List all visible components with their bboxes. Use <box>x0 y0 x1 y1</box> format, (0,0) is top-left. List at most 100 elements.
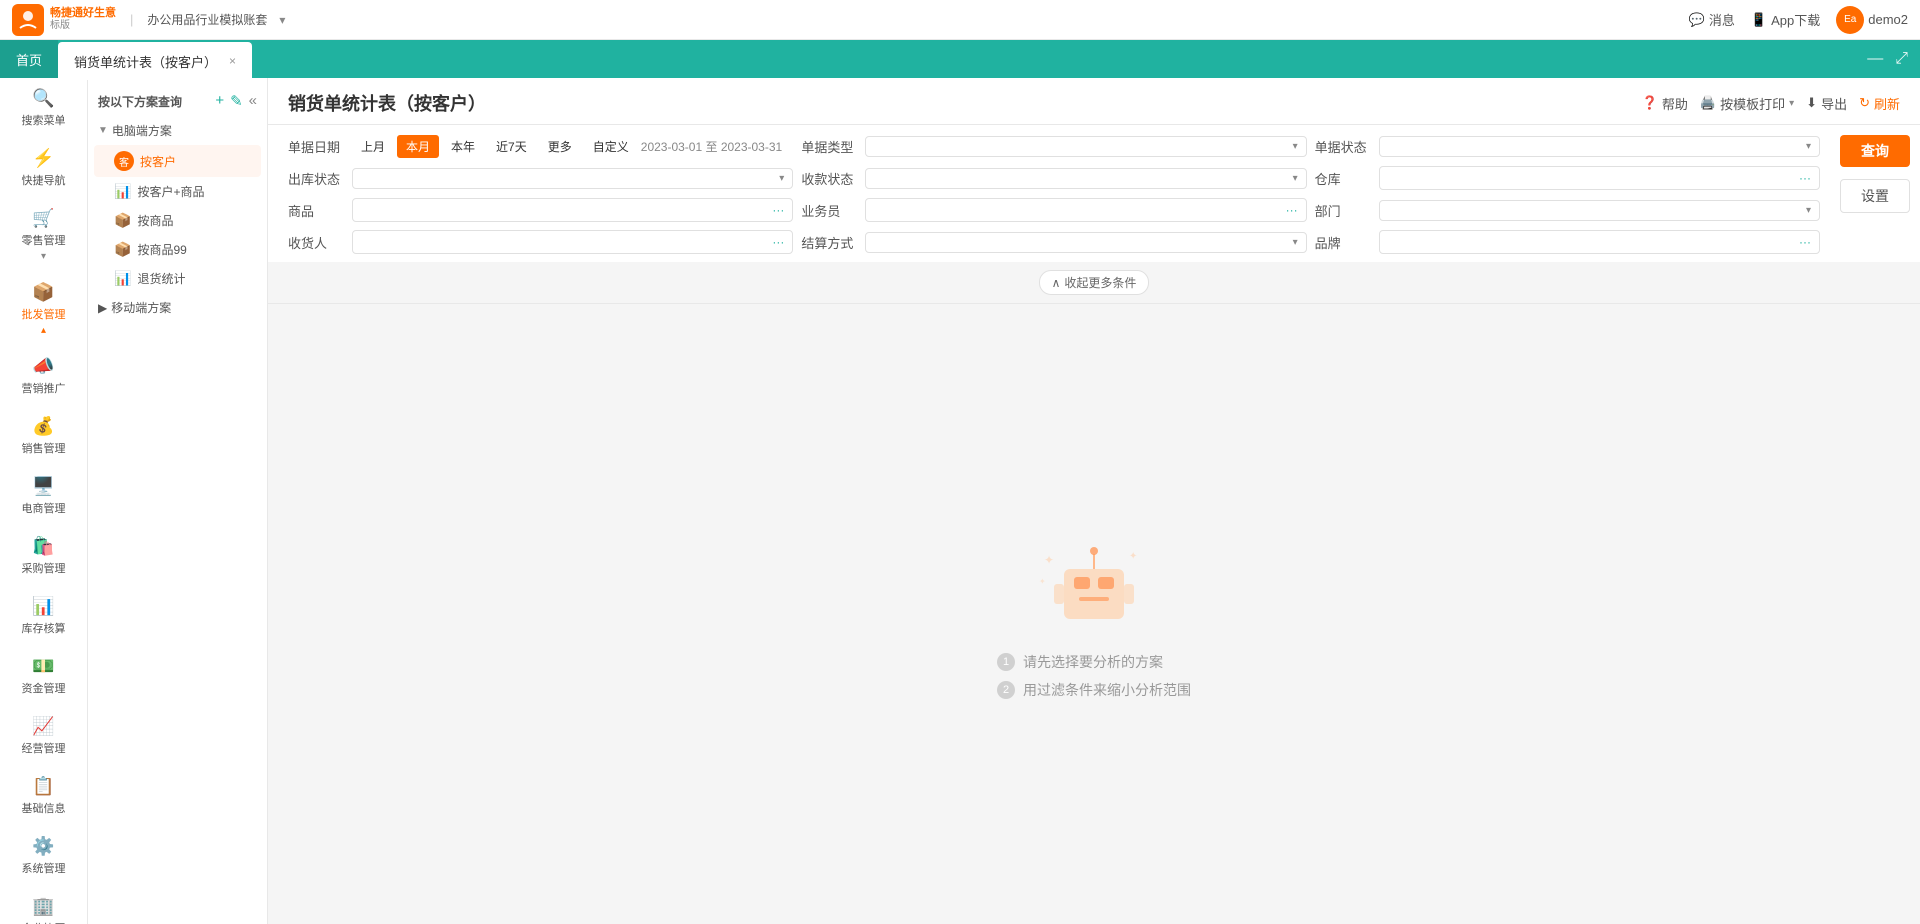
tab-home-label: 首页 <box>16 50 42 69</box>
sidebar-item-enterprise[interactable]: 🏢 企业协同 <box>0 886 87 924</box>
filter-section: 单据日期 上月 本月 本年 近7天 更多 自定义 2023-03-01 至 20… <box>268 125 1920 304</box>
message-nav-item[interactable]: 💬 消息 <box>1689 10 1735 29</box>
product-more[interactable]: ··· <box>772 203 784 217</box>
export-btn[interactable]: ⬇ 导出 <box>1806 94 1847 113</box>
salesperson-label: 业务员 <box>801 201 857 220</box>
customer-active-icon: 客 <box>114 151 134 171</box>
sidebar-item-quick-nav[interactable]: ⚡ 快捷导航 <box>0 138 87 198</box>
salesperson-input[interactable]: ··· <box>865 198 1306 222</box>
hint2-num: 2 <box>997 681 1015 699</box>
date-btn-more[interactable]: 更多 <box>539 135 581 158</box>
filter-product-cell: 商品 ··· <box>288 198 793 222</box>
doc-status-arrow: ▾ <box>1806 141 1811 152</box>
help-btn[interactable]: ❓ 帮助 <box>1642 94 1688 113</box>
sidebar-item-finance[interactable]: 💵 资金管理 <box>0 646 87 706</box>
settings-btn[interactable]: 设置 <box>1840 179 1910 213</box>
left-panel-add-btn[interactable]: + <box>215 92 224 110</box>
scheme-item-return-stat[interactable]: 📊 退货统计 <box>94 264 261 293</box>
tab-fullscreen-btn[interactable]: ⤢ <box>1891 46 1912 72</box>
mobile-group-title[interactable]: ▶ 移动端方案 <box>94 293 261 322</box>
sidebar-item-wholesale[interactable]: 📦 批发管理 ▴ <box>0 272 87 346</box>
refresh-label: 刷新 <box>1874 94 1900 113</box>
sidebar-item-ecom[interactable]: 🖥️ 电商管理 <box>0 466 87 526</box>
dept-select[interactable]: ▾ <box>1379 200 1820 221</box>
scheme-item-customer-product-label: 按客户+商品 <box>137 183 204 200</box>
scheme-product-icon: 📦 <box>114 212 131 229</box>
scheme-item-by-customer[interactable]: 客 按客户 <box>94 145 261 177</box>
tab-home[interactable]: 首页 <box>0 40 58 78</box>
brand-input[interactable]: ··· <box>1379 230 1820 254</box>
brand-more[interactable]: ··· <box>1799 235 1811 249</box>
date-picker-wrapper: 上月 本月 本年 近7天 更多 自定义 2023-03-01 至 2023-03… <box>352 135 782 158</box>
query-btn[interactable]: 查询 <box>1840 135 1910 167</box>
print-btn[interactable]: 🖨️ 按模板打印 ▾ <box>1700 94 1794 113</box>
settlement-select[interactable]: ▾ <box>865 232 1306 253</box>
collapse-btn[interactable]: ∧ 收起更多条件 <box>1039 270 1150 295</box>
date-btn-this-month[interactable]: 本月 <box>397 135 439 158</box>
sidebar-item-operation[interactable]: 📈 经营管理 <box>0 706 87 766</box>
scheme-item-by-product99[interactable]: 📦 按商品99 <box>94 235 261 264</box>
out-status-arrow: ▾ <box>779 173 784 184</box>
left-panel-header: 按以下方案查询 + ✎ « <box>88 86 267 116</box>
sidebar-item-inventory[interactable]: 📊 库存核算 <box>0 586 87 646</box>
help-icon: ❓ <box>1642 95 1658 111</box>
filter-row-2: 出库状态 ▾ 收款状态 ▾ <box>288 166 1820 190</box>
app-download-nav-item[interactable]: 📱 App下载 <box>1751 10 1820 29</box>
refresh-btn[interactable]: ↻ 刷新 <box>1859 94 1900 113</box>
warehouse-input[interactable]: ··· <box>1379 166 1820 190</box>
user-nav-item[interactable]: Ea demo2 <box>1836 6 1908 34</box>
consignee-label: 收货人 <box>288 233 344 252</box>
doc-type-select[interactable]: ▾ <box>865 136 1306 157</box>
page-header: 销货单统计表（按客户） ❓ 帮助 🖨️ 按模板打印 ▾ ⬇ 导出 ↻ 刷新 <box>268 78 1920 125</box>
sidebar-item-basic-info[interactable]: 📋 基础信息 <box>0 766 87 826</box>
date-btn-last-month[interactable]: 上月 <box>352 135 394 158</box>
scheme-item-by-product[interactable]: 📦 按商品 <box>94 206 261 235</box>
sidebar-ecom-label: 电商管理 <box>22 500 66 516</box>
product-input[interactable]: ··· <box>352 198 793 222</box>
tab-close-icon[interactable]: × <box>229 54 236 68</box>
svg-text:✦: ✦ <box>1129 551 1137 562</box>
sidebar-item-marketing[interactable]: 📣 营销推广 <box>0 346 87 406</box>
doc-status-label: 单据状态 <box>1315 137 1371 156</box>
warehouse-more[interactable]: ··· <box>1799 171 1811 185</box>
left-panel-edit-btn[interactable]: ✎ <box>230 92 243 110</box>
tab-minimize-btn[interactable]: — <box>1863 46 1887 72</box>
date-btn-custom[interactable]: 自定义 <box>584 135 638 158</box>
scheme-item-by-customer-label: 按客户 <box>140 153 176 170</box>
filter-doc-status-cell: 单据状态 ▾ <box>1315 135 1820 158</box>
desktop-group-title[interactable]: ▼ 电脑端方案 <box>94 116 261 145</box>
breadcrumb-arrow[interactable]: ▾ <box>279 13 285 27</box>
left-panel-collapse-btn[interactable]: « <box>249 92 257 110</box>
sales-icon: 💰 <box>32 416 54 437</box>
tab-sales-stat[interactable]: 销货单统计表（按客户） × <box>58 42 252 80</box>
doc-status-select[interactable]: ▾ <box>1379 136 1820 157</box>
brand-label: 品牌 <box>1315 233 1371 252</box>
settlement-arrow: ▾ <box>1293 237 1298 248</box>
query-actions: 查询 设置 <box>1840 135 1910 213</box>
page-title: 销货单统计表（按客户） <box>288 90 486 116</box>
sidebar-item-purchase[interactable]: 🛍️ 采购管理 <box>0 526 87 586</box>
top-nav-left: 畅捷通好生意 标版 | 办公用品行业模拟账套 ▾ <box>12 4 285 36</box>
date-btn-last7[interactable]: 近7天 <box>487 135 536 158</box>
print-arrow: ▾ <box>1789 98 1794 109</box>
product-label: 商品 <box>288 201 344 220</box>
sidebar-finance-label: 资金管理 <box>22 680 66 696</box>
sidebar-item-retail[interactable]: 🛒 零售管理 ▾ <box>0 198 87 272</box>
mobile-group-arrow: ▶ <box>98 301 107 315</box>
date-btn-this-year[interactable]: 本年 <box>442 135 484 158</box>
sidebar-item-sales[interactable]: 💰 销售管理 <box>0 406 87 466</box>
basic-info-icon: 📋 <box>32 776 54 797</box>
consignee-more[interactable]: ··· <box>772 235 784 249</box>
hint2-text: 用过滤条件来缩小分析范围 <box>1023 680 1191 700</box>
out-status-select[interactable]: ▾ <box>352 168 793 189</box>
sidebar-basic-info-label: 基础信息 <box>22 800 66 816</box>
sidebar-item-search-menu[interactable]: 🔍 搜索菜单 <box>0 78 87 138</box>
salesperson-more[interactable]: ··· <box>1286 203 1298 217</box>
collect-status-select[interactable]: ▾ <box>865 168 1306 189</box>
sidebar-sales-label: 销售管理 <box>22 440 66 456</box>
sidebar-search-label: 搜索菜单 <box>22 112 66 128</box>
consignee-input[interactable]: ··· <box>352 230 793 254</box>
scheme-product99-icon: 📦 <box>114 241 131 258</box>
sidebar-item-sys[interactable]: ⚙️ 系统管理 <box>0 826 87 886</box>
scheme-item-by-customer-product[interactable]: 📊 按客户+商品 <box>94 177 261 206</box>
